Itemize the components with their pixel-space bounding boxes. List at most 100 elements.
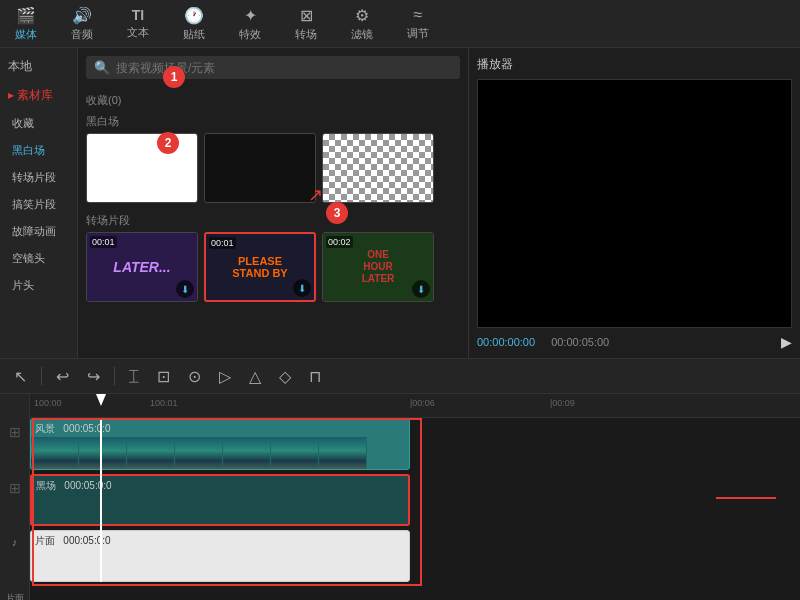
top-toolbar: 🎬 媒体 🔊 音频 TI 文本 🕐 贴纸 ✦ 特效 ⊠ 转场 ⚙ 滤镜 ≈ 调节 — [0, 0, 800, 48]
please-stand-by-card[interactable]: PLEASESTAND BY 00:01 ⬇ — [204, 232, 316, 302]
ruler-mark-0: 100:00 — [34, 398, 62, 408]
crop-btn[interactable]: ⊡ — [153, 365, 174, 388]
section-favorites-title: 收藏(0) — [86, 93, 460, 108]
toolbar-filters-label: 滤镜 — [351, 27, 373, 42]
later-text: LATER... — [113, 259, 170, 275]
checker-card[interactable] — [322, 133, 434, 203]
annotation-4-line — [716, 497, 776, 499]
effects-icon: ✦ — [244, 6, 257, 25]
white-card[interactable] — [86, 133, 198, 203]
split-btn[interactable]: ⌶ — [125, 365, 143, 387]
thumb-6 — [271, 437, 319, 470]
video-thumbnails — [31, 437, 409, 470]
thumb-5 — [223, 437, 271, 470]
thumb-4 — [175, 437, 223, 470]
search-icon: 🔍 — [94, 60, 110, 75]
thumb-3 — [127, 437, 175, 470]
later-download[interactable]: ⬇ — [176, 280, 194, 298]
toolbar-text[interactable]: TI 文本 — [120, 7, 156, 40]
sidebar-item-local[interactable]: 本地 — [0, 52, 77, 81]
toolbar-transitions[interactable]: ⊠ 转场 — [288, 6, 324, 42]
toolbar-effects[interactable]: ✦ 特效 — [232, 6, 268, 42]
checker-card-inner — [323, 134, 433, 202]
preview-title: 播放器 — [477, 56, 792, 73]
video-clip[interactable]: 风景 000:05:0:0 — [30, 418, 410, 470]
play-tl-btn[interactable]: ▷ — [215, 365, 235, 388]
filters-icon: ⚙ — [355, 6, 369, 25]
sidebar-item-funny-clips[interactable]: 搞笑片段 — [0, 191, 77, 218]
trim-btn[interactable]: ⊓ — [305, 365, 325, 388]
sidebar-item-transition-clips[interactable]: 转场片段 — [0, 164, 77, 191]
toolbar-adjust-label: 调节 — [407, 26, 429, 41]
timeline-ruler: 100:00 100:01 |00:06 |00:09 — [30, 394, 800, 418]
record-btn[interactable]: ⊙ — [184, 365, 205, 388]
psb-download[interactable]: ⬇ — [293, 279, 311, 297]
toolbar-adjust[interactable]: ≈ 调节 — [400, 6, 436, 41]
keyframe-btn[interactable]: △ — [245, 365, 265, 388]
redo-btn[interactable]: ↪ — [83, 365, 104, 388]
audio-clip[interactable]: 片面 000:05:0:0 — [30, 530, 410, 582]
adjust-icon: ≈ — [414, 6, 423, 24]
sidebar-item-library[interactable]: ▸ 素材库 — [0, 81, 77, 110]
tl-side-icon-2[interactable]: ⊞ — [9, 480, 21, 496]
sidebar-item-intro[interactable]: 片头 — [0, 272, 77, 299]
video-track: 风景 000:05:0:0 — [30, 418, 800, 470]
playhead-top — [96, 394, 106, 406]
cursor-tool[interactable]: ↖ — [10, 365, 31, 388]
audio-track: 片面 000:05:0:0 — [30, 530, 800, 582]
later-timestamp: 00:01 — [90, 236, 117, 248]
sidebar-item-slow[interactable]: 空镜头 — [0, 245, 77, 272]
timeline-area: ⊞ ⊞ ♪ 片面 100:00 100:01 |00:06 |00:09 风景 … — [0, 394, 800, 600]
toolbar-media-label: 媒体 — [15, 27, 37, 42]
toolbar-transitions-label: 转场 — [295, 27, 317, 42]
timeline-toolbar: ↖ ↩ ↪ ⌶ ⊡ ⊙ ▷ △ ◇ ⊓ — [0, 358, 800, 394]
please-stand-by-text: PLEASESTAND BY — [232, 255, 287, 279]
black-card[interactable] — [204, 133, 316, 203]
tl-audio-icon: ♪ — [12, 536, 18, 548]
sidebar-item-glitch[interactable]: 故障动画 — [0, 218, 77, 245]
play-button[interactable]: ▶ — [781, 334, 792, 350]
ruler-mark-2: |00:06 — [410, 398, 435, 408]
search-bar[interactable]: 🔍 — [86, 56, 460, 79]
section-blackwhite-title: 黑白场 — [86, 114, 460, 129]
timeline-main[interactable]: 100:00 100:01 |00:06 |00:09 风景 000:05:0:… — [30, 394, 800, 600]
ruler-mark-1: 100:01 — [150, 398, 178, 408]
thumb-1 — [31, 437, 79, 470]
ohl-download[interactable]: ⬇ — [412, 280, 430, 298]
left-sidebar: 本地 ▸ 素材库 收藏 黑白场 转场片段 搞笑片段 故障动画 空镜头 片头 — [0, 48, 78, 358]
diamond-btn[interactable]: ◇ — [275, 365, 295, 388]
content-scroll: 收藏(0) 黑白场 转场片段 LATER... — [78, 83, 468, 358]
black-clip[interactable]: 黑场 000:05:0:0 — [30, 474, 410, 526]
transitions-grid: LATER... 00:01 ⬇ PLEASESTAND BY 00:01 ⬇ — [86, 232, 460, 302]
audio-icon: 🔊 — [72, 6, 92, 25]
annotation-circle-2: 2 — [157, 132, 179, 154]
toolbar-stickers-label: 贴纸 — [183, 27, 205, 42]
one-hour-later-card[interactable]: ONEHOURLATER 00:02 ⬇ — [322, 232, 434, 302]
annotation-3-arrow: ↗ — [308, 184, 323, 206]
toolbar-effects-label: 特效 — [239, 27, 261, 42]
stickers-icon: 🕐 — [184, 6, 204, 25]
preview-current-time: 00:00:00:00 — [477, 336, 535, 348]
media-icon: 🎬 — [16, 6, 36, 25]
tl-side-icon-1[interactable]: ⊞ — [9, 424, 21, 440]
white-card-inner — [87, 134, 197, 202]
tl-audio-label: 片面 — [6, 592, 24, 600]
tl-sep-2 — [114, 367, 115, 385]
text-icon: TI — [132, 7, 144, 23]
toolbar-stickers[interactable]: 🕐 贴纸 — [176, 6, 212, 42]
black-white-grid — [86, 133, 460, 203]
preview-panel: 播放器 00:00:00:00 00:00:05:00 ▶ — [468, 48, 800, 358]
sidebar-item-black-screen[interactable]: 黑白场 — [0, 137, 77, 164]
toolbar-media[interactable]: 🎬 媒体 — [8, 6, 44, 42]
toolbar-filters[interactable]: ⚙ 滤镜 — [344, 6, 380, 42]
later-card[interactable]: LATER... 00:01 ⬇ — [86, 232, 198, 302]
section-transitions-title: 转场片段 — [86, 213, 460, 228]
preview-controls: 00:00:00:00 00:00:05:00 ▶ — [477, 334, 792, 350]
sidebar-item-favorites[interactable]: 收藏 — [0, 110, 77, 137]
playhead — [100, 418, 102, 582]
ohl-timestamp: 00:02 — [326, 236, 353, 248]
transitions-icon: ⊠ — [300, 6, 313, 25]
undo-btn[interactable]: ↩ — [52, 365, 73, 388]
toolbar-audio[interactable]: 🔊 音频 — [64, 6, 100, 42]
ruler-mark-3: |00:09 — [550, 398, 575, 408]
